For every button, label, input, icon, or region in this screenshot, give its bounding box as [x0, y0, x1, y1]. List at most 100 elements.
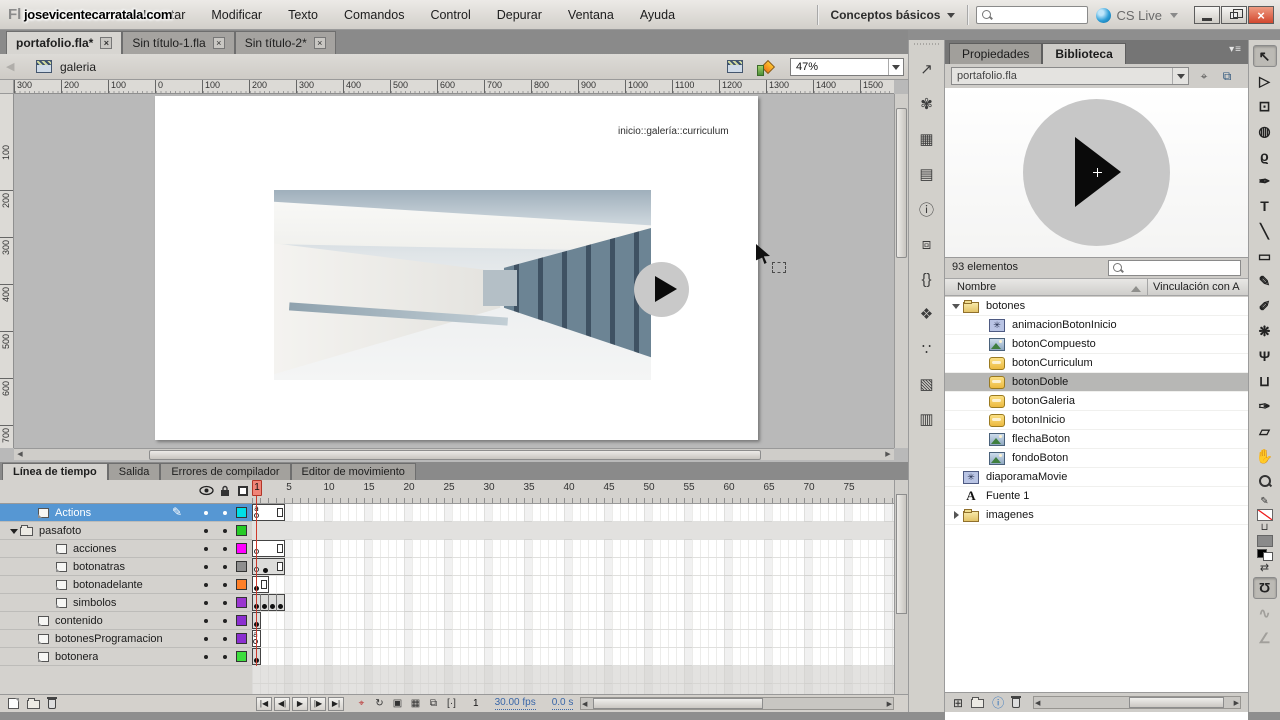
workspace-switcher[interactable]: Conceptos básicos: [826, 8, 959, 22]
layer-outline-color-swatch[interactable]: [236, 597, 247, 608]
document-tab[interactable]: Sin título-2* ×: [234, 31, 336, 54]
edit-multiple-frames-button[interactable]: ⧉: [426, 697, 441, 711]
mini-inspector-panel-icon[interactable]: ↗: [914, 57, 940, 81]
align-panel-icon[interactable]: ▤: [914, 162, 940, 186]
timeline-tab[interactable]: Errores de compilador: [160, 463, 291, 480]
menu-item[interactable]: Ventana: [555, 0, 627, 30]
code-snippets-panel-icon[interactable]: {}: [914, 267, 940, 291]
scrollbar-thumb[interactable]: [149, 450, 761, 460]
brush-tool[interactable]: ✐: [1253, 295, 1277, 317]
pencil-tool[interactable]: ✎: [1253, 270, 1277, 292]
spray-brush-tool[interactable]: ❋: [1253, 320, 1277, 342]
step-forward-button[interactable]: |▶: [310, 696, 326, 711]
layer-visibility-dot[interactable]: [204, 601, 208, 605]
library-item[interactable]: botones: [945, 297, 1248, 316]
back-arrow-icon[interactable]: ◀: [6, 60, 14, 73]
layer-lock-dot[interactable]: [223, 655, 227, 659]
menu-item[interactable]: Ayuda: [627, 0, 688, 30]
pin-library-icon[interactable]: ⌖: [1197, 69, 1211, 83]
center-frame-button[interactable]: ⌖: [354, 697, 369, 711]
gallery-photo[interactable]: [274, 190, 651, 380]
new-library-panel-icon[interactable]: ⧉: [1219, 69, 1235, 83]
menu-item[interactable]: Control: [417, 0, 483, 30]
frame-number[interactable]: 55: [669, 480, 709, 496]
layer-visibility-dot[interactable]: [204, 565, 208, 569]
edit-scene-button[interactable]: [727, 60, 743, 73]
chevron-down-icon[interactable]: [1170, 12, 1178, 18]
selection-tool[interactable]: ↖: [1252, 45, 1277, 67]
frame-number[interactable]: 25: [429, 480, 469, 496]
onion-skin-outlines-button[interactable]: ▦: [408, 697, 423, 711]
frame-number[interactable]: 45: [589, 480, 629, 496]
tab-close-icon[interactable]: ×: [313, 37, 326, 49]
frame-number[interactable]: 30: [469, 480, 509, 496]
frame-grid[interactable]: a: [252, 504, 894, 694]
show-hide-layers-icon[interactable]: [199, 485, 214, 499]
goto-first-frame-button[interactable]: |◀: [256, 696, 272, 711]
free-transform-tool[interactable]: ⊡: [1253, 95, 1277, 117]
new-folder-button[interactable]: [971, 697, 985, 708]
layer-visibility-dot[interactable]: [204, 583, 208, 587]
onion-skin-button[interactable]: ▣: [390, 697, 405, 711]
menu-item[interactable]: Comandos: [331, 0, 417, 30]
layer-visibility-dot[interactable]: [204, 511, 208, 515]
timeline-tab[interactable]: Salida: [107, 463, 161, 480]
library-item[interactable]: botonGaleria: [945, 392, 1248, 411]
motion-presets-panel-icon[interactable]: ∵: [914, 337, 940, 361]
library-search-input[interactable]: [1108, 260, 1241, 276]
menu-item[interactable]: Depurar: [484, 0, 555, 30]
timeline-layer-row[interactable]: botonatras ✎: [0, 558, 252, 576]
linkage-column-header[interactable]: Vinculación con A: [1153, 281, 1240, 293]
cs-live-button[interactable]: CS Live: [1096, 7, 1162, 23]
layer-lock-dot[interactable]: [223, 511, 227, 515]
playhead-line[interactable]: [256, 496, 257, 666]
outline-layers-icon[interactable]: [238, 486, 248, 496]
layer-visibility-dot[interactable]: [204, 655, 208, 659]
smooth-tool[interactable]: ∿: [1253, 602, 1277, 624]
library-item[interactable]: botonDoble: [945, 373, 1248, 392]
document-tab[interactable]: Sin título-1.fla ×: [122, 31, 235, 54]
frame-number[interactable]: 15: [349, 480, 389, 496]
layer-lock-dot[interactable]: [223, 601, 227, 605]
library-item[interactable]: botonCompuesto: [945, 335, 1248, 354]
library-item[interactable]: A Fuente 1: [945, 487, 1248, 506]
frame-number[interactable]: 10: [309, 480, 349, 496]
frame-number[interactable]: 70: [789, 480, 829, 496]
timeline-tab[interactable]: Línea de tiempo: [2, 463, 108, 480]
paint-bucket-tool[interactable]: ⊔: [1253, 370, 1277, 392]
eyedropper-tool[interactable]: ✑: [1253, 395, 1277, 417]
layer-outline-color-swatch[interactable]: [236, 525, 247, 536]
frame-rate-value[interactable]: 30.00 fps: [494, 697, 536, 710]
frame-number[interactable]: 1: [252, 480, 262, 496]
lasso-tool[interactable]: ϱ: [1253, 145, 1277, 167]
layer-lock-dot[interactable]: [223, 583, 227, 587]
scrollbar-thumb[interactable]: [896, 494, 907, 614]
straighten-tool[interactable]: ∠: [1253, 627, 1277, 649]
fill-color-swatch[interactable]: [1256, 535, 1273, 547]
folder-disclosure-icon[interactable]: [951, 510, 963, 520]
menu-item[interactable]: Modificar: [198, 0, 275, 30]
frame-ruler[interactable]: 1 5 10 15 20 25 30 35 40 45 50 55 60 65 …: [252, 480, 894, 504]
timeline-layer-row[interactable]: botonesProgramacion ✎: [0, 630, 252, 648]
tab-close-icon[interactable]: ×: [212, 37, 225, 49]
library-item[interactable]: ✳ animacionBotonInicio: [945, 316, 1248, 335]
close-button[interactable]: ×: [1248, 6, 1274, 24]
item-properties-button[interactable]: ⓘ: [992, 697, 1004, 709]
layer-visibility-dot[interactable]: [204, 637, 208, 641]
layer-outline-color-swatch[interactable]: [236, 633, 247, 644]
folder-disclosure-icon[interactable]: [951, 472, 963, 482]
horizontal-scrollbar[interactable]: ◀ ▶: [14, 448, 894, 460]
folder-disclosure-icon[interactable]: [951, 491, 963, 501]
library-item[interactable]: botonInicio: [945, 411, 1248, 430]
text-tool[interactable]: T: [1253, 195, 1277, 217]
layer-lock-dot[interactable]: [223, 565, 227, 569]
frame-number[interactable]: 5: [269, 480, 309, 496]
scrollbar-thumb[interactable]: [593, 698, 763, 709]
stroke-color-swatch[interactable]: [1256, 509, 1273, 521]
play-button[interactable]: ▶: [292, 696, 308, 711]
pasteboard[interactable]: inicio::galería::curriculum: [14, 94, 894, 448]
frame-number[interactable]: 50: [629, 480, 669, 496]
timeline-layer-row[interactable]: botonadelante ✎: [0, 576, 252, 594]
frame-number[interactable]: 20: [389, 480, 429, 496]
frame-number[interactable]: 60: [709, 480, 749, 496]
